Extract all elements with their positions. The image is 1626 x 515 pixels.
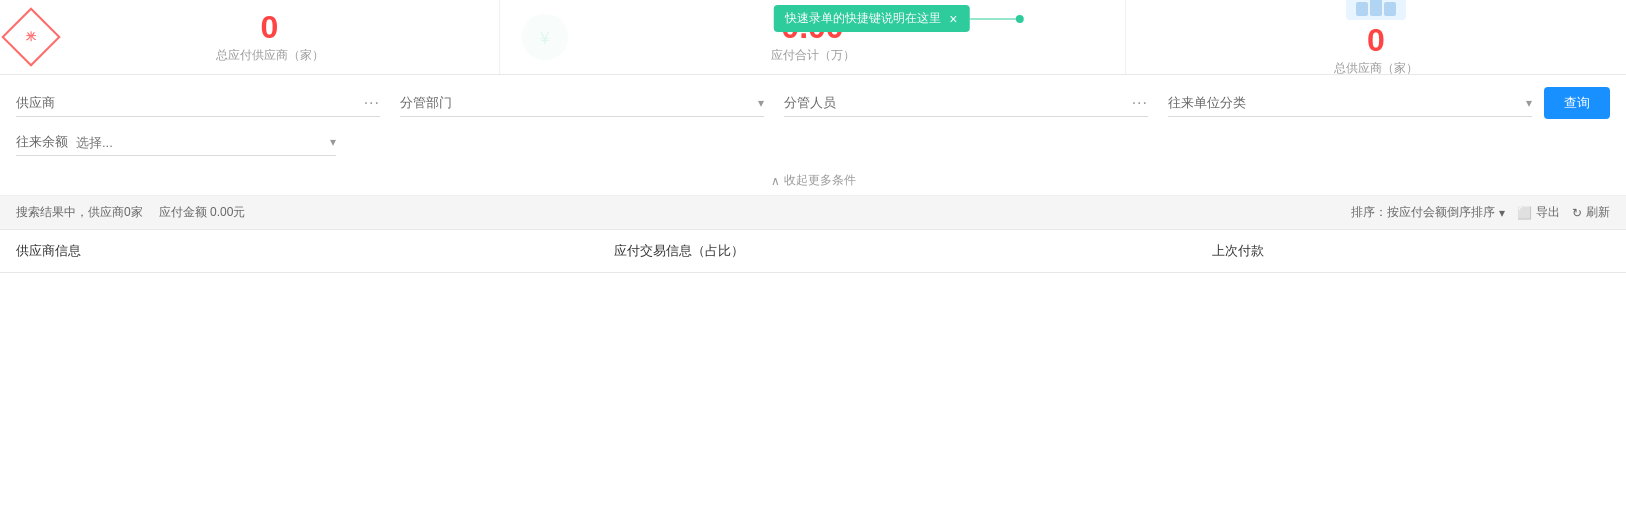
category-label: 往来单位分类 bbox=[1168, 94, 1246, 112]
balance-label: 往来余额 bbox=[16, 133, 68, 151]
logo-inner: 米 bbox=[26, 30, 36, 44]
stat-total-suppliers-label: 总供应商（家） bbox=[1334, 60, 1418, 77]
category-input[interactable] bbox=[1254, 95, 1526, 110]
refresh-label: 刷新 bbox=[1586, 204, 1610, 221]
col-last-payment-header: 上次付款 bbox=[1212, 242, 1611, 260]
tooltip-dot bbox=[1015, 15, 1023, 23]
department-label: 分管部门 bbox=[400, 94, 452, 112]
supplier-label: 供应商 bbox=[16, 94, 55, 112]
collapse-label: 收起更多条件 bbox=[784, 172, 856, 189]
stat-payable-suppliers-label: 总应付供应商（家） bbox=[216, 47, 324, 64]
tooltip-close-button[interactable]: × bbox=[949, 12, 957, 26]
stats-bar: 米 0 总应付供应商（家） ¥ 0.00 应付合计（万） 快速录单的快捷键说明在… bbox=[0, 0, 1626, 75]
svg-rect-3 bbox=[1370, 0, 1382, 16]
svg-rect-2 bbox=[1356, 2, 1368, 16]
svg-text:¥: ¥ bbox=[539, 29, 550, 48]
coin-icon: ¥ bbox=[520, 12, 570, 62]
stat-payable-suppliers: 0 总应付供应商（家） bbox=[0, 0, 500, 74]
payable-amount-text: 应付金额 0.00元 bbox=[159, 204, 246, 221]
balance-filter: 往来余额 ▾ bbox=[16, 129, 336, 156]
supplier-input[interactable] bbox=[63, 95, 364, 110]
export-button[interactable]: ⬜ 导出 bbox=[1517, 204, 1560, 221]
supplier-filter: 供应商 ··· bbox=[16, 90, 380, 117]
filter-section: 供应商 ··· 分管部门 ▾ 分管人员 ··· 往来单位分类 ▾ 查询 往来余额… bbox=[0, 75, 1626, 196]
shortcut-tooltip: 快速录单的快捷键说明在这里 × bbox=[773, 5, 969, 32]
logo: 米 bbox=[10, 16, 52, 58]
stat-payable-suppliers-number: 0 bbox=[261, 11, 279, 43]
category-arrow-icon[interactable]: ▾ bbox=[1526, 96, 1532, 110]
stat-payable-total: ¥ 0.00 应付合计（万） 快速录单的快捷键说明在这里 × bbox=[500, 0, 1126, 74]
col-transaction-header: 应付交易信息（占比） bbox=[614, 242, 1212, 260]
manager-input[interactable] bbox=[844, 95, 1132, 110]
refresh-button[interactable]: ↻ 刷新 bbox=[1572, 204, 1610, 221]
manager-more-icon[interactable]: ··· bbox=[1132, 94, 1148, 112]
svg-rect-4 bbox=[1384, 2, 1396, 16]
logo-diamond: 米 bbox=[1, 7, 60, 66]
query-button[interactable]: 查询 bbox=[1544, 87, 1610, 119]
table-body bbox=[0, 273, 1626, 515]
filter-row-2: 往来余额 ▾ bbox=[16, 129, 1610, 156]
balance-arrow-icon[interactable]: ▾ bbox=[330, 135, 336, 149]
export-icon: ⬜ bbox=[1517, 206, 1532, 220]
supplier-more-icon[interactable]: ··· bbox=[364, 94, 380, 112]
col-supplier-header: 供应商信息 bbox=[16, 242, 614, 260]
result-info: 搜索结果中，供应商0家 应付金额 0.00元 bbox=[16, 204, 245, 221]
suppliers-icon-box bbox=[1346, 0, 1406, 20]
department-input[interactable] bbox=[460, 95, 758, 110]
department-arrow-icon[interactable]: ▾ bbox=[758, 96, 764, 110]
stat-payable-total-label: 应付合计（万） bbox=[771, 47, 855, 64]
suppliers-icon bbox=[1356, 0, 1396, 20]
table-header: 供应商信息 应付交易信息（占比） 上次付款 bbox=[0, 230, 1626, 273]
tooltip-text: 快速录单的快捷键说明在这里 bbox=[785, 10, 941, 27]
result-bar: 搜索结果中，供应商0家 应付金额 0.00元 排序：按应付会额倒序排序 ▾ ⬜ … bbox=[0, 196, 1626, 230]
filter-row-1: 供应商 ··· 分管部门 ▾ 分管人员 ··· 往来单位分类 ▾ 查询 bbox=[16, 87, 1610, 119]
result-actions: 排序：按应付会额倒序排序 ▾ ⬜ 导出 ↻ 刷新 bbox=[1351, 204, 1610, 221]
search-result-text: 搜索结果中，供应商0家 bbox=[16, 204, 143, 221]
balance-input[interactable] bbox=[76, 135, 330, 150]
collapse-button[interactable]: ∧ 收起更多条件 bbox=[16, 166, 1610, 195]
department-filter: 分管部门 ▾ bbox=[400, 90, 764, 117]
sort-label: 排序：按应付会额倒序排序 bbox=[1351, 204, 1495, 221]
category-filter: 往来单位分类 ▾ bbox=[1168, 90, 1532, 117]
sort-selector[interactable]: 排序：按应付会额倒序排序 ▾ bbox=[1351, 204, 1505, 221]
sort-arrow-icon: ▾ bbox=[1499, 206, 1505, 220]
collapse-up-icon: ∧ bbox=[771, 174, 780, 188]
manager-filter: 分管人员 ··· bbox=[784, 90, 1148, 117]
refresh-icon: ↻ bbox=[1572, 206, 1582, 220]
export-label: 导出 bbox=[1536, 204, 1560, 221]
stat-total-suppliers-number: 0 bbox=[1367, 24, 1385, 56]
manager-label: 分管人员 bbox=[784, 94, 836, 112]
stat-total-suppliers: 0 总供应商（家） bbox=[1126, 0, 1626, 74]
